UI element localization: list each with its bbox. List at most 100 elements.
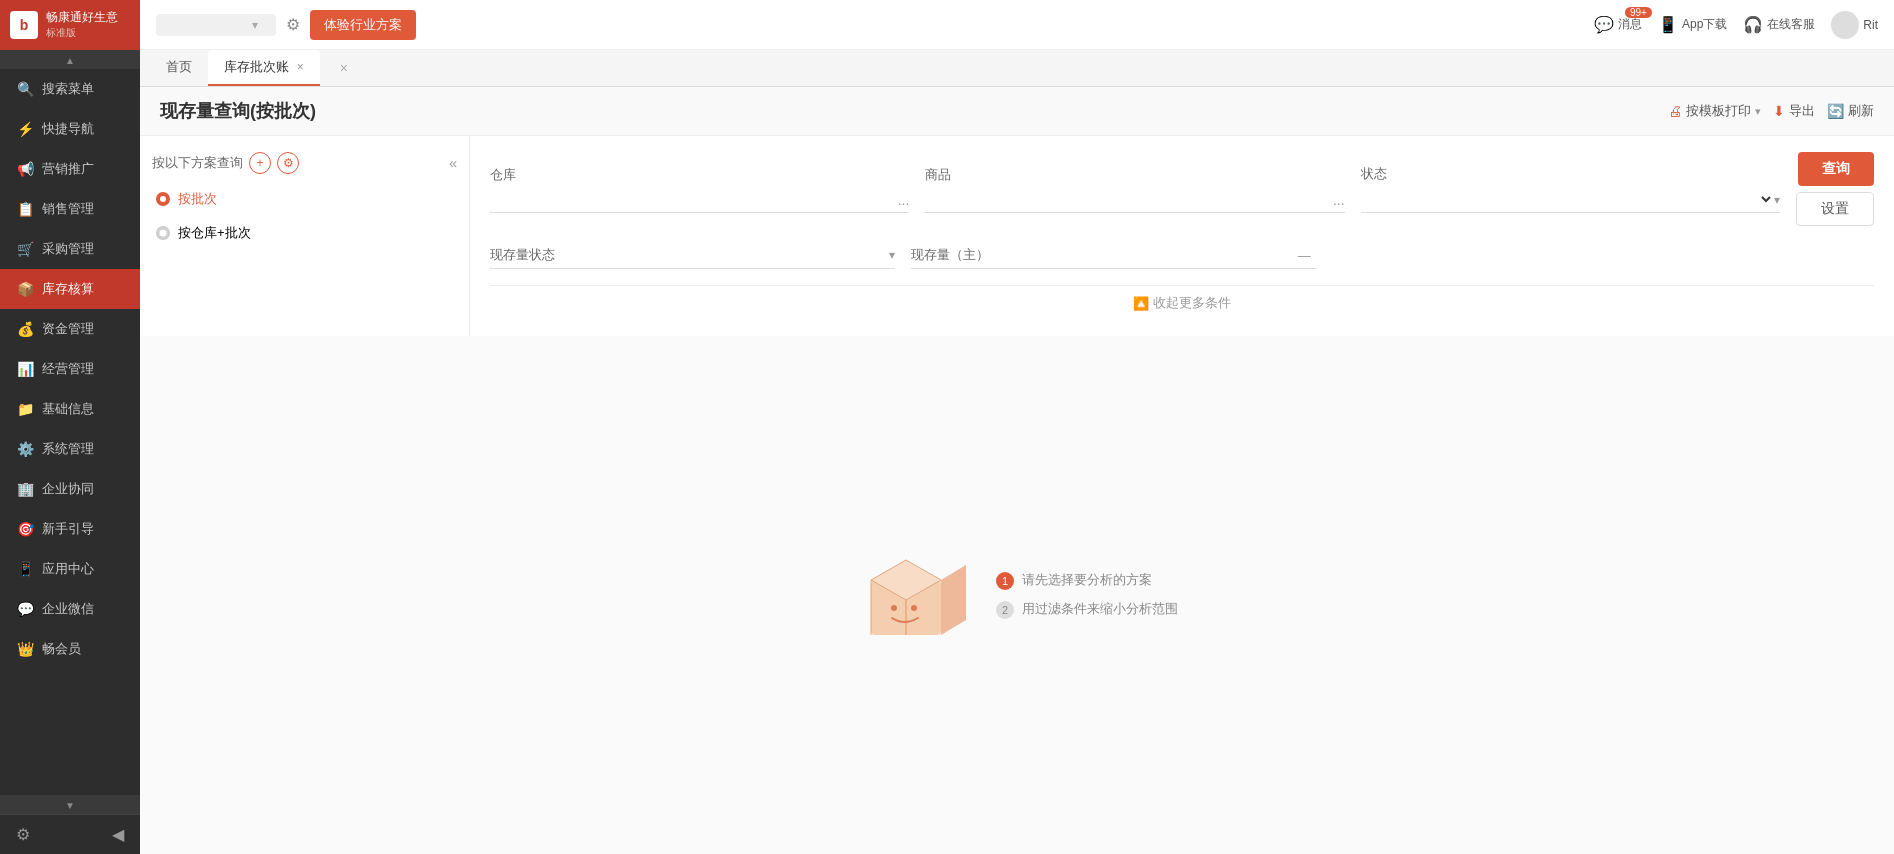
messages-item[interactable]: 💬 消息 99+ xyxy=(1594,15,1642,34)
scheme-item-by-warehouse-batch[interactable]: 按仓库+批次 xyxy=(140,216,469,250)
print-chevron-icon: ▾ xyxy=(1755,105,1761,118)
sidebar-item-operations[interactable]: 📊 经营管理 xyxy=(0,349,140,389)
warehouse-input[interactable] xyxy=(490,192,898,207)
inventory-status-wrap: 现存量状态 ▾ xyxy=(490,242,895,269)
sidebar-item-wechat[interactable]: 💬 企业微信 xyxy=(0,589,140,629)
clipboard-icon: 📋 xyxy=(16,200,34,218)
svg-marker-5 xyxy=(941,565,966,635)
warehouse-input-wrap: ... xyxy=(490,188,909,213)
set-button[interactable]: 设置 xyxy=(1796,192,1874,226)
scheme-collapse-button[interactable]: « xyxy=(449,155,457,171)
empty-tip-2: 2 用过滤条件来缩小分析范围 xyxy=(996,600,1178,619)
scheme-add-button[interactable]: + xyxy=(249,152,271,174)
topbar-settings-icon[interactable]: ⚙ xyxy=(286,15,300,34)
status-label: 状态 xyxy=(1361,165,1780,183)
export-icon: ⬇ xyxy=(1773,103,1785,119)
avatar xyxy=(1831,11,1859,39)
inventory-status-label: 现存量状态 xyxy=(490,246,889,264)
topbar-search-area[interactable]: ▾ xyxy=(156,14,276,36)
product-input[interactable] xyxy=(925,192,1333,207)
tab-inventory-batch[interactable]: 库存批次账 × xyxy=(208,50,320,86)
page-content: 现存量查询(按批次) 🖨 按模板打印 ▾ ⬇ 导出 🔄 刷新 xyxy=(140,87,1894,854)
sidebar-item-quicknav[interactable]: ⚡ 快捷导航 xyxy=(0,109,140,149)
sidebar-collapse-icon[interactable]: ◀ xyxy=(112,825,124,844)
filter-group-warehouse: 仓库 ... xyxy=(490,166,909,213)
product-dots-icon[interactable]: ... xyxy=(1333,192,1345,208)
empty-tip-1: 1 请先选择要分析的方案 xyxy=(996,571,1178,590)
scheme-label-warehouse-batch: 按仓库+批次 xyxy=(178,224,251,242)
btn-group-right: 查询 设置 xyxy=(1796,152,1874,226)
tab-close-icon[interactable]: × xyxy=(297,60,304,74)
scheme-header: 按以下方案查询 + ⚙ « xyxy=(140,148,469,182)
sidebar: b 畅康通好生意 标准版 ▲ 🔍 搜索菜单 ⚡ 快捷导航 📢 营销推广 📋 销售… xyxy=(0,0,140,854)
sidebar-item-sales[interactable]: 📋 销售管理 xyxy=(0,189,140,229)
sidebar-item-marketing[interactable]: 📢 营销推广 xyxy=(0,149,140,189)
target-icon: 🎯 xyxy=(16,520,34,538)
online-service-item[interactable]: 🎧 在线客服 xyxy=(1743,15,1815,34)
inventory-status-chevron-icon: ▾ xyxy=(889,248,895,262)
sidebar-item-search[interactable]: 🔍 搜索菜单 xyxy=(0,69,140,109)
experience-button[interactable]: 体验行业方案 xyxy=(310,10,416,40)
collapse-more[interactable]: 🔼 收起更多条件 xyxy=(490,285,1874,320)
tabbar: 首页 库存批次账 × × xyxy=(140,50,1894,87)
filter-panel: 按以下方案查询 + ⚙ « 按批次 xyxy=(140,136,1894,336)
headset-icon: 🎧 xyxy=(1743,15,1763,34)
status-select[interactable] xyxy=(1361,191,1774,208)
building-icon: 🏢 xyxy=(16,480,34,498)
refresh-button[interactable]: 🔄 刷新 xyxy=(1827,102,1874,120)
refresh-icon: 🔄 xyxy=(1827,103,1844,119)
sidebar-item-system[interactable]: ⚙️ 系统管理 xyxy=(0,429,140,469)
user-item[interactable]: Rit xyxy=(1831,11,1878,39)
box-icon: 📦 xyxy=(16,280,34,298)
inventory-main-wrap: 现存量（主） — xyxy=(911,242,1316,269)
sidebar-item-inventory[interactable]: 📦 库存核算 xyxy=(0,269,140,309)
print-button[interactable]: 🖨 按模板打印 ▾ xyxy=(1668,102,1761,120)
filter-right: 仓库 ... 商品 ... 状态 xyxy=(470,136,1894,336)
cart-icon: 🛒 xyxy=(16,240,34,258)
sidebar-item-enterprise[interactable]: 🏢 企业协同 xyxy=(0,469,140,509)
mobile-icon: 📱 xyxy=(16,560,34,578)
sidebar-scroll-up[interactable]: ▲ xyxy=(0,50,140,69)
svg-point-1 xyxy=(160,196,166,202)
chart-icon: 📊 xyxy=(16,360,34,378)
empty-tip-label-2: 用过滤条件来缩小分析范围 xyxy=(1022,600,1178,618)
svg-point-9 xyxy=(911,605,917,611)
sidebar-scroll-down[interactable]: ▼ xyxy=(0,795,140,814)
collapse-label: 收起更多条件 xyxy=(1153,294,1231,312)
warehouse-dots-icon[interactable]: ... xyxy=(898,192,910,208)
sidebar-settings-icon[interactable]: ⚙ xyxy=(16,825,30,844)
sidebar-item-purchase[interactable]: 🛒 采购管理 xyxy=(0,229,140,269)
scheme-settings-button[interactable]: ⚙ xyxy=(277,152,299,174)
app-download-item[interactable]: 📱 App下载 xyxy=(1658,15,1727,34)
filter-group-status: 状态 ▾ xyxy=(1361,165,1780,213)
tab-home[interactable]: 首页 xyxy=(150,50,208,86)
megaphone-icon: 📢 xyxy=(16,160,34,178)
filter-group-product: 商品 ... xyxy=(925,166,1344,213)
sidebar-item-basic[interactable]: 📁 基础信息 xyxy=(0,389,140,429)
sidebar-item-member[interactable]: 👑 畅会员 xyxy=(0,629,140,669)
page-title: 现存量查询(按批次) xyxy=(160,99,316,123)
tip-number-1: 1 xyxy=(996,572,1014,590)
scheme-label-batch: 按批次 xyxy=(178,190,217,208)
empty-image xyxy=(856,540,966,650)
message-icon: 💬 xyxy=(1594,15,1614,34)
sidebar-item-finance[interactable]: 💰 资金管理 xyxy=(0,309,140,349)
export-button[interactable]: ⬇ 导出 xyxy=(1773,102,1815,120)
sidebar-nav: 🔍 搜索菜单 ⚡ 快捷导航 📢 营销推广 📋 销售管理 🛒 采购管理 📦 库存核… xyxy=(0,69,140,795)
sidebar-item-newguide[interactable]: 🎯 新手引导 xyxy=(0,509,140,549)
sidebar-item-appcenter[interactable]: 📱 应用中心 xyxy=(0,549,140,589)
empty-tip-label-1: 请先选择要分析的方案 xyxy=(1022,571,1152,589)
search-icon: 🔍 xyxy=(16,80,34,98)
query-button[interactable]: 查询 xyxy=(1798,152,1874,186)
inventory-main-label: 现存量（主） xyxy=(911,246,1291,264)
topbar-left: ▾ ⚙ 体验行业方案 xyxy=(156,10,416,40)
tab-panel-close-button[interactable]: × xyxy=(340,60,348,76)
topbar: ▾ ⚙ 体验行业方案 💬 消息 99+ 📱 App下载 🎧 在线客服 Rit xyxy=(140,0,1894,50)
status-select-wrap: ▾ xyxy=(1361,187,1780,213)
topbar-right: 💬 消息 99+ 📱 App下载 🎧 在线客服 Rit xyxy=(1594,11,1878,39)
filter-row-2: 现存量状态 ▾ 现存量（主） — xyxy=(490,242,1874,269)
crown-icon: 👑 xyxy=(16,640,34,658)
scheme-item-by-batch[interactable]: 按批次 xyxy=(140,182,469,216)
brand-name: 畅康通好生意 xyxy=(46,10,118,26)
edition-label: 标准版 xyxy=(46,26,118,40)
